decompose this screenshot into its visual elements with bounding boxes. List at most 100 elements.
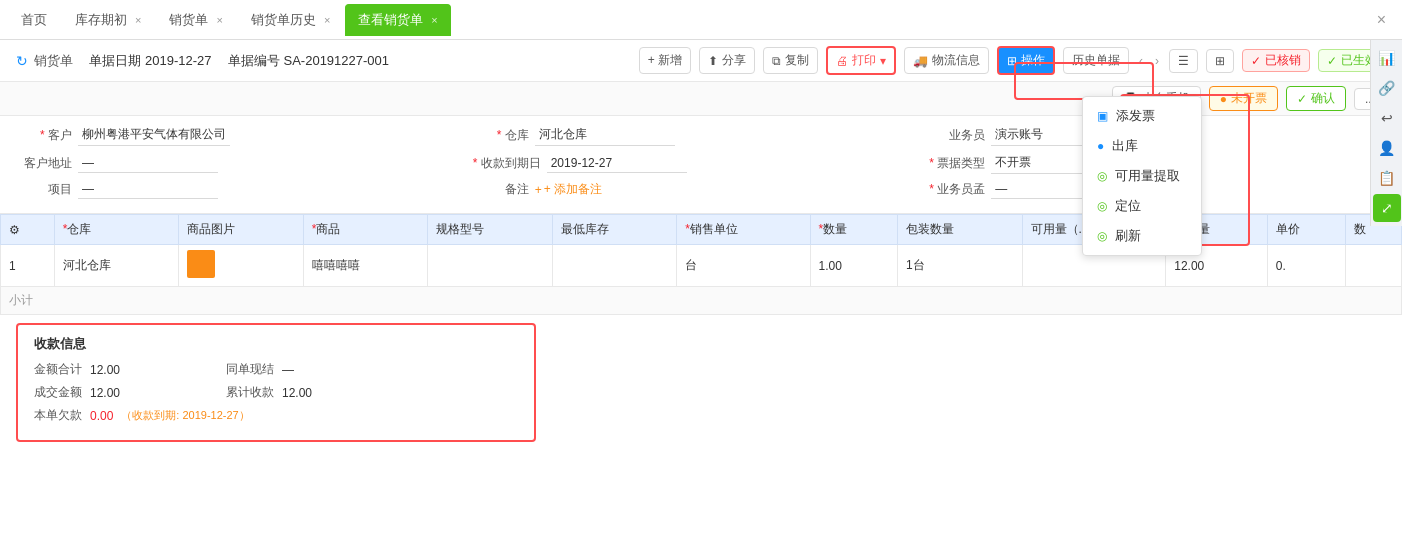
sidebar-link-icon[interactable]: 🔗 — [1373, 74, 1401, 102]
staff2-label: 业务员孟 — [929, 181, 985, 198]
row-warehouse: 河北仓库 — [54, 245, 179, 287]
history-button[interactable]: 历史单据 — [1063, 47, 1129, 74]
warehouse-value[interactable]: 河北仓库 — [535, 124, 675, 146]
row-product: 嘻嘻嘻嘻 — [303, 245, 428, 287]
row-img — [179, 245, 304, 287]
available-extract-item[interactable]: ◎ 可用量提取 — [1083, 161, 1201, 191]
locate-item[interactable]: ◎ 定位 — [1083, 191, 1201, 221]
refresh-item[interactable]: ◎ 刷新 — [1083, 221, 1201, 251]
sold-check-icon: ✓ — [1251, 54, 1261, 68]
operations-dropdown: ▣ 添发票 ● 出库 ◎ 可用量提取 ◎ 定位 ◎ 刷新 — [1082, 96, 1202, 256]
doc-header: ↻ 销货单 单据日期 2019-12-27 单据编号 SA-20191227-0… — [0, 40, 1402, 82]
tab-sales-history-close[interactable]: × — [324, 14, 330, 26]
payment-date-label: 收款到期日 — [473, 155, 541, 172]
settings-icon: ⚙ — [9, 223, 20, 237]
owed-extra: （收款到期: 2019-12-27） — [121, 408, 249, 423]
row-min-stock — [552, 245, 677, 287]
invoice-icon: ● — [1220, 92, 1227, 106]
nav-prev-button[interactable]: ‹ — [1137, 54, 1145, 68]
payment-title: 收款信息 — [34, 335, 518, 353]
copy-button[interactable]: ⧉ 复制 — [763, 47, 818, 74]
not-open-button[interactable]: ● 未开票 — [1209, 86, 1278, 111]
print-button[interactable]: 🖨 打印 ▾ — [826, 46, 896, 75]
th-qty: *数量 — [810, 215, 897, 245]
sidebar-return-icon[interactable]: ↩ — [1373, 104, 1401, 132]
tab-view-sales[interactable]: 查看销货单 × — [345, 4, 450, 36]
transaction-label: 成交金额 — [34, 384, 82, 401]
cumulative: 累计收款 12.00 — [226, 384, 386, 401]
tab-sales-close[interactable]: × — [216, 14, 222, 26]
th-pack-qty: 包装数量 — [898, 215, 1023, 245]
owed: 本单欠款 0.00 （收款到期: 2019-12-27） — [34, 407, 250, 424]
ticket-type-label: 票据类型 — [929, 155, 985, 172]
operation-button[interactable]: ⊞ 操作 — [997, 46, 1055, 75]
same-order-value: — — [282, 363, 294, 377]
th-settings[interactable]: ⚙ — [1, 215, 55, 245]
tab-sales[interactable]: 销货单 × — [156, 4, 235, 36]
payment-date-field: 收款到期日 2019-12-27 — [473, 154, 930, 173]
doc-number-label: 单据编号 SA-20191227-001 — [228, 52, 390, 70]
print-icon: 🖨 — [836, 54, 848, 68]
outbound-item[interactable]: ● 出库 — [1083, 131, 1201, 161]
bottom-section: 收款信息 金额合计 12.00 同单现结 — 成交金额 12.00 — [0, 315, 1402, 450]
confirm-button[interactable]: ✓ 确认 — [1286, 86, 1346, 111]
add-note-button[interactable]: + + 添加备注 — [535, 181, 602, 198]
new-button[interactable]: + 新增 — [639, 47, 691, 74]
row-pack-qty: 1台 — [898, 245, 1023, 287]
sidebar-user-icon[interactable]: 👤 — [1373, 134, 1401, 162]
logistics-button[interactable]: 🚚 物流信息 — [904, 47, 989, 74]
address-field: 客户地址 — — [16, 154, 473, 173]
subtotal-row: 小计 — [1, 287, 1402, 315]
view2-button[interactable]: ⊞ — [1206, 49, 1234, 73]
nav-next-button[interactable]: › — [1153, 54, 1161, 68]
project-value[interactable]: — — [78, 180, 218, 199]
confirm-icon: ✓ — [1297, 92, 1307, 106]
share-button[interactable]: ⬆ 分享 — [699, 47, 755, 74]
same-order-label: 同单现结 — [226, 361, 274, 378]
address-label: 客户地址 — [16, 155, 72, 172]
doc-type-label: 销货单 — [34, 52, 73, 70]
payment-row-1: 金额合计 12.00 同单现结 — — [34, 361, 518, 378]
th-price: 单价 — [1267, 215, 1346, 245]
tab-bar: 首页 库存期初 × 销货单 × 销货单历史 × 查看销货单 × × — [0, 0, 1402, 40]
th-warehouse: *仓库 — [54, 215, 179, 245]
window-close-button[interactable]: × — [1369, 11, 1394, 29]
refresh-icon: ◎ — [1097, 229, 1107, 243]
print-dropdown-arrow: ▾ — [880, 54, 886, 68]
tab-sales-history[interactable]: 销货单历史 × — [238, 4, 343, 36]
payment-date-value[interactable]: 2019-12-27 — [547, 154, 687, 173]
tab-home[interactable]: 首页 — [8, 4, 60, 36]
project-label: 项目 — [16, 181, 72, 198]
sidebar-doc-icon[interactable]: 📋 — [1373, 164, 1401, 192]
locate-icon: ◎ — [1097, 199, 1107, 213]
th-unit: *销售单位 — [677, 215, 810, 245]
outbound-icon: ● — [1097, 139, 1104, 153]
same-order: 同单现结 — — [226, 361, 386, 378]
product-image — [187, 250, 215, 278]
tab-inventory-close[interactable]: × — [135, 14, 141, 26]
note-label: 备注 — [473, 181, 529, 198]
payment-row-3: 本单欠款 0.00 （收款到期: 2019-12-27） — [34, 407, 518, 424]
add-invoice-icon: ▣ — [1097, 109, 1108, 123]
staff-label: 业务员 — [929, 127, 985, 144]
tab-view-sales-close[interactable]: × — [431, 14, 437, 26]
subtotal-label: 小计 — [1, 287, 1402, 315]
owed-value: 0.00 — [90, 409, 113, 423]
payment-info: 收款信息 金额合计 12.00 同单现结 — 成交金额 12.00 — [16, 323, 536, 442]
sidebar-chart-icon[interactable]: 📊 — [1373, 44, 1401, 72]
copy-icon: ⧉ — [772, 54, 781, 68]
row-price: 0. — [1267, 245, 1346, 287]
tab-inventory[interactable]: 库存期初 × — [62, 4, 154, 36]
row-spec — [428, 245, 553, 287]
sidebar-expand-icon[interactable]: ⤢ — [1373, 194, 1401, 222]
customer-value[interactable]: 柳州粤港平安气体有限公司 — [78, 124, 230, 146]
share-icon: ⬆ — [708, 54, 718, 68]
view1-button[interactable]: ☰ — [1169, 49, 1198, 73]
row-qty: 1.00 — [810, 245, 897, 287]
address-value[interactable]: — — [78, 154, 218, 173]
cumulative-label: 累计收款 — [226, 384, 274, 401]
effective-check-icon: ✓ — [1327, 54, 1337, 68]
project-field: 项目 — — [16, 180, 473, 199]
doc-date-label: 单据日期 2019-12-27 — [89, 52, 212, 70]
add-invoice-item[interactable]: ▣ 添发票 — [1083, 101, 1201, 131]
